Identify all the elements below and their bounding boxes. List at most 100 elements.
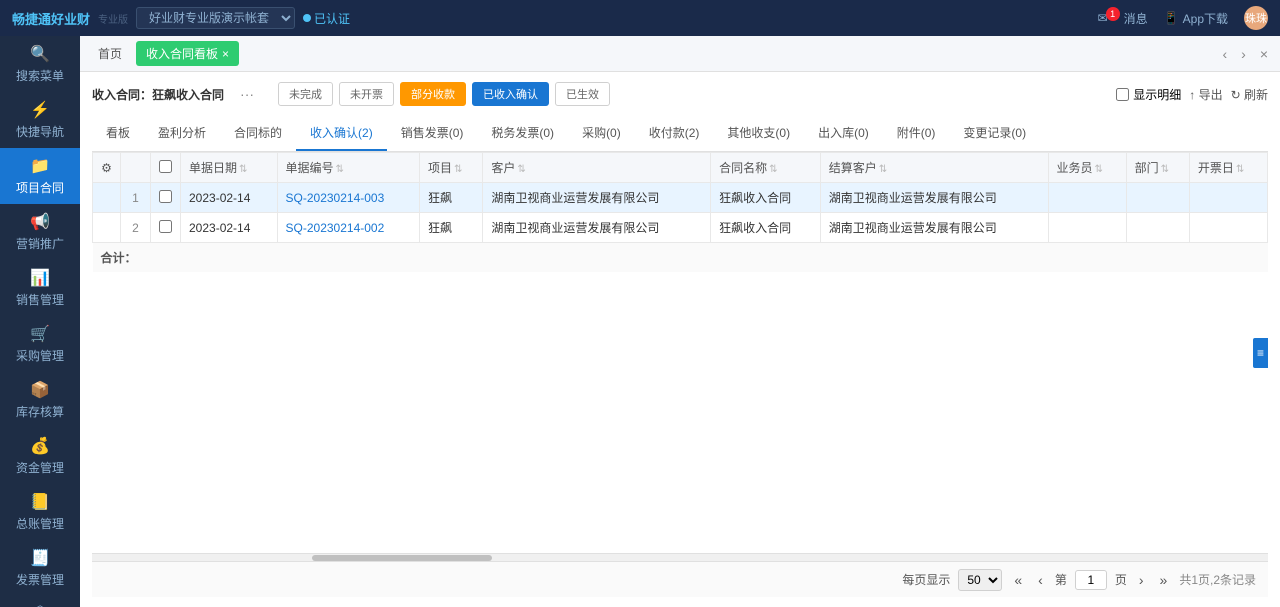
tab-sales-invoice[interactable]: 销售发票(0) bbox=[387, 116, 478, 151]
th-dept[interactable]: 部门⇅ bbox=[1126, 153, 1189, 183]
purchase-icon: 🛒 bbox=[30, 324, 50, 344]
row2-project: 狂飙 bbox=[420, 213, 483, 243]
th-contract-name[interactable]: 合同名称⇅ bbox=[711, 153, 821, 183]
refresh-button[interactable]: ↻ 刷新 bbox=[1231, 86, 1268, 103]
more-button[interactable]: ··· bbox=[236, 86, 258, 102]
sort-final-cust-icon: ⇅ bbox=[879, 164, 887, 175]
sidebar-item-purchase[interactable]: 🛒 采购管理 bbox=[0, 316, 80, 372]
tab-purchase[interactable]: 采购(0) bbox=[568, 116, 635, 151]
page-number-input[interactable] bbox=[1075, 570, 1107, 590]
status-incomplete[interactable]: 未完成 bbox=[278, 82, 333, 106]
tab-progress[interactable]: 合同标的 bbox=[220, 116, 296, 151]
th-final-customer[interactable]: 结算客户⇅ bbox=[820, 153, 1048, 183]
certified-badge: 已认证 bbox=[303, 10, 350, 27]
tab-active-contract[interactable]: 收入合同看板 × bbox=[136, 41, 239, 66]
sidebar-item-funds[interactable]: 💰 资金管理 bbox=[0, 428, 80, 484]
footer-values bbox=[181, 243, 1268, 273]
table-header-row: ⚙ 单据日期⇅ 单据编号⇅ 项目⇅ 客户⇅ 合同名称⇅ 结算客户⇅ 业务员⇅ 部… bbox=[93, 153, 1268, 183]
th-settings[interactable]: ⚙ bbox=[93, 153, 121, 183]
sidebar-item-quick-nav[interactable]: ⚡ 快捷导航 bbox=[0, 92, 80, 148]
th-salesperson[interactable]: 业务员⇅ bbox=[1048, 153, 1126, 183]
sidebar-item-sales[interactable]: 📊 销售管理 bbox=[0, 260, 80, 316]
row2-billing-date bbox=[1189, 213, 1267, 243]
table-row: 2 2023-02-14 SQ-20230214-002 狂飙 湖南卫视商业运营… bbox=[93, 213, 1268, 243]
sort-sales-icon: ⇅ bbox=[1095, 164, 1103, 175]
th-customer[interactable]: 客户⇅ bbox=[483, 153, 711, 183]
contract-header: 收入合同：狂飙收入合同 ··· 未完成 未开票 部分收款 已收入确认 已生效 显… bbox=[92, 82, 1268, 106]
row2-select[interactable] bbox=[159, 220, 172, 233]
sidebar-item-search[interactable]: 🔍 搜索菜单 bbox=[0, 36, 80, 92]
sidebar-item-ledger[interactable]: 📒 总账管理 bbox=[0, 484, 80, 540]
row1-number-link[interactable]: SQ-20230214-003 bbox=[286, 191, 385, 205]
invoice-icon: 🧾 bbox=[30, 548, 50, 568]
message-button[interactable]: ✉ 1 消息 bbox=[1098, 10, 1148, 27]
sort-dept-icon: ⇅ bbox=[1161, 164, 1169, 175]
tab-active-label: 收入合同看板 bbox=[146, 45, 218, 62]
page-first-button[interactable]: « bbox=[1010, 570, 1026, 590]
tab-payment[interactable]: 收付款(2) bbox=[635, 116, 714, 151]
show-detail-checkbox[interactable]: 显示明细 bbox=[1116, 86, 1181, 103]
th-project[interactable]: 项目⇅ bbox=[420, 153, 483, 183]
tab-kanban[interactable]: 看板 bbox=[92, 116, 144, 151]
sidebar-item-inventory[interactable]: 📦 库存核算 bbox=[0, 372, 80, 428]
table-row: 1 2023-02-14 SQ-20230214-003 狂飙 湖南卫视商业运营… bbox=[93, 183, 1268, 213]
tab-income-confirm[interactable]: 收入确认(2) bbox=[296, 116, 387, 151]
show-detail-input[interactable] bbox=[1116, 88, 1129, 101]
row2-dept bbox=[1126, 213, 1189, 243]
tab-home[interactable]: 首页 bbox=[88, 41, 132, 66]
tab-out-storage[interactable]: 出入库(0) bbox=[804, 116, 883, 151]
sort-date-icon: ⇅ bbox=[239, 164, 247, 175]
row2-gear bbox=[93, 213, 121, 243]
sidebar-item-marketing[interactable]: 📢 营销推广 bbox=[0, 204, 80, 260]
show-detail-label: 显示明细 bbox=[1133, 86, 1181, 103]
company-selector[interactable]: 好业财专业版演示帐套 bbox=[136, 7, 295, 29]
tab-change-log[interactable]: 变更记录(0) bbox=[949, 116, 1040, 151]
tab-next-button[interactable]: › bbox=[1237, 44, 1250, 64]
page-next-button[interactable]: › bbox=[1135, 570, 1148, 590]
tab-tax-invoice[interactable]: 税务发票(0) bbox=[477, 116, 568, 151]
tab-profit[interactable]: 盈利分析 bbox=[144, 116, 220, 151]
th-billing-date[interactable]: 开票日⇅ bbox=[1189, 153, 1267, 183]
sort-billing-icon: ⇅ bbox=[1236, 164, 1244, 175]
row2-checkbox bbox=[151, 213, 181, 243]
th-date[interactable]: 单据日期⇅ bbox=[181, 153, 278, 183]
content-area: 首页 收入合同看板 × ‹ › × 收入合同：狂飙收入合同 ··· 未完成 bbox=[80, 36, 1280, 607]
app-edition: 专业版 bbox=[98, 11, 128, 26]
marketing-icon: 📢 bbox=[30, 212, 50, 232]
th-number[interactable]: 单据编号⇅ bbox=[277, 153, 420, 183]
page-last-button[interactable]: » bbox=[1156, 570, 1172, 590]
sidebar-item-project[interactable]: 📁 项目合同 bbox=[0, 148, 80, 204]
scroll-indicator[interactable] bbox=[92, 553, 1268, 561]
tab-close-button[interactable]: × bbox=[1256, 44, 1272, 64]
sidebar-item-tax[interactable]: 🏛 税务管理 bbox=[0, 596, 80, 607]
user-avatar-button[interactable]: 珠珠 bbox=[1244, 6, 1268, 30]
message-badge: 1 bbox=[1106, 7, 1120, 21]
export-button[interactable]: ↑ 导出 bbox=[1189, 86, 1222, 103]
status-uninvoiced[interactable]: 未开票 bbox=[339, 82, 394, 106]
right-panel-icon[interactable]: ≡ bbox=[1253, 338, 1268, 368]
tab-other-income[interactable]: 其他收支(0) bbox=[713, 116, 804, 151]
row2-number-link[interactable]: SQ-20230214-002 bbox=[286, 221, 385, 235]
tab-close-icon[interactable]: × bbox=[222, 47, 229, 61]
sidebar-item-invoice[interactable]: 🧾 发票管理 bbox=[0, 540, 80, 596]
app-download-button[interactable]: 📱 App下载 bbox=[1164, 10, 1228, 27]
row2-customer: 湖南卫视商业运营发展有限公司 bbox=[483, 213, 711, 243]
top-header: 畅捷通好业财 专业版 好业财专业版演示帐套 已认证 ✉ 1 消息 📱 App下载… bbox=[0, 0, 1280, 36]
table-wrapper: ⚙ 单据日期⇅ 单据编号⇅ 项目⇅ 客户⇅ 合同名称⇅ 结算客户⇅ 业务员⇅ 部… bbox=[92, 152, 1268, 553]
tab-prev-button[interactable]: ‹ bbox=[1218, 44, 1231, 64]
header-right: ✉ 1 消息 📱 App下载 珠珠 bbox=[1098, 6, 1268, 30]
th-checkbox bbox=[151, 153, 181, 183]
select-all-checkbox[interactable] bbox=[159, 160, 172, 173]
tab-nav-right: ‹ › × bbox=[1218, 44, 1272, 64]
status-partial-receipt[interactable]: 部分收款 bbox=[400, 82, 466, 106]
per-page-select[interactable]: 50 bbox=[958, 569, 1002, 591]
scroll-thumb bbox=[312, 555, 492, 561]
tab-attachment[interactable]: 附件(0) bbox=[883, 116, 950, 151]
contract-status-buttons: 未完成 未开票 部分收款 已收入确认 已生效 bbox=[278, 82, 610, 106]
row1-project: 狂飙 bbox=[420, 183, 483, 213]
page-prev-button[interactable]: ‹ bbox=[1034, 570, 1047, 590]
row1-gear bbox=[93, 183, 121, 213]
status-effective[interactable]: 已生效 bbox=[555, 82, 610, 106]
status-income-confirmed[interactable]: 已收入确认 bbox=[472, 82, 549, 106]
row1-select[interactable] bbox=[159, 190, 172, 203]
